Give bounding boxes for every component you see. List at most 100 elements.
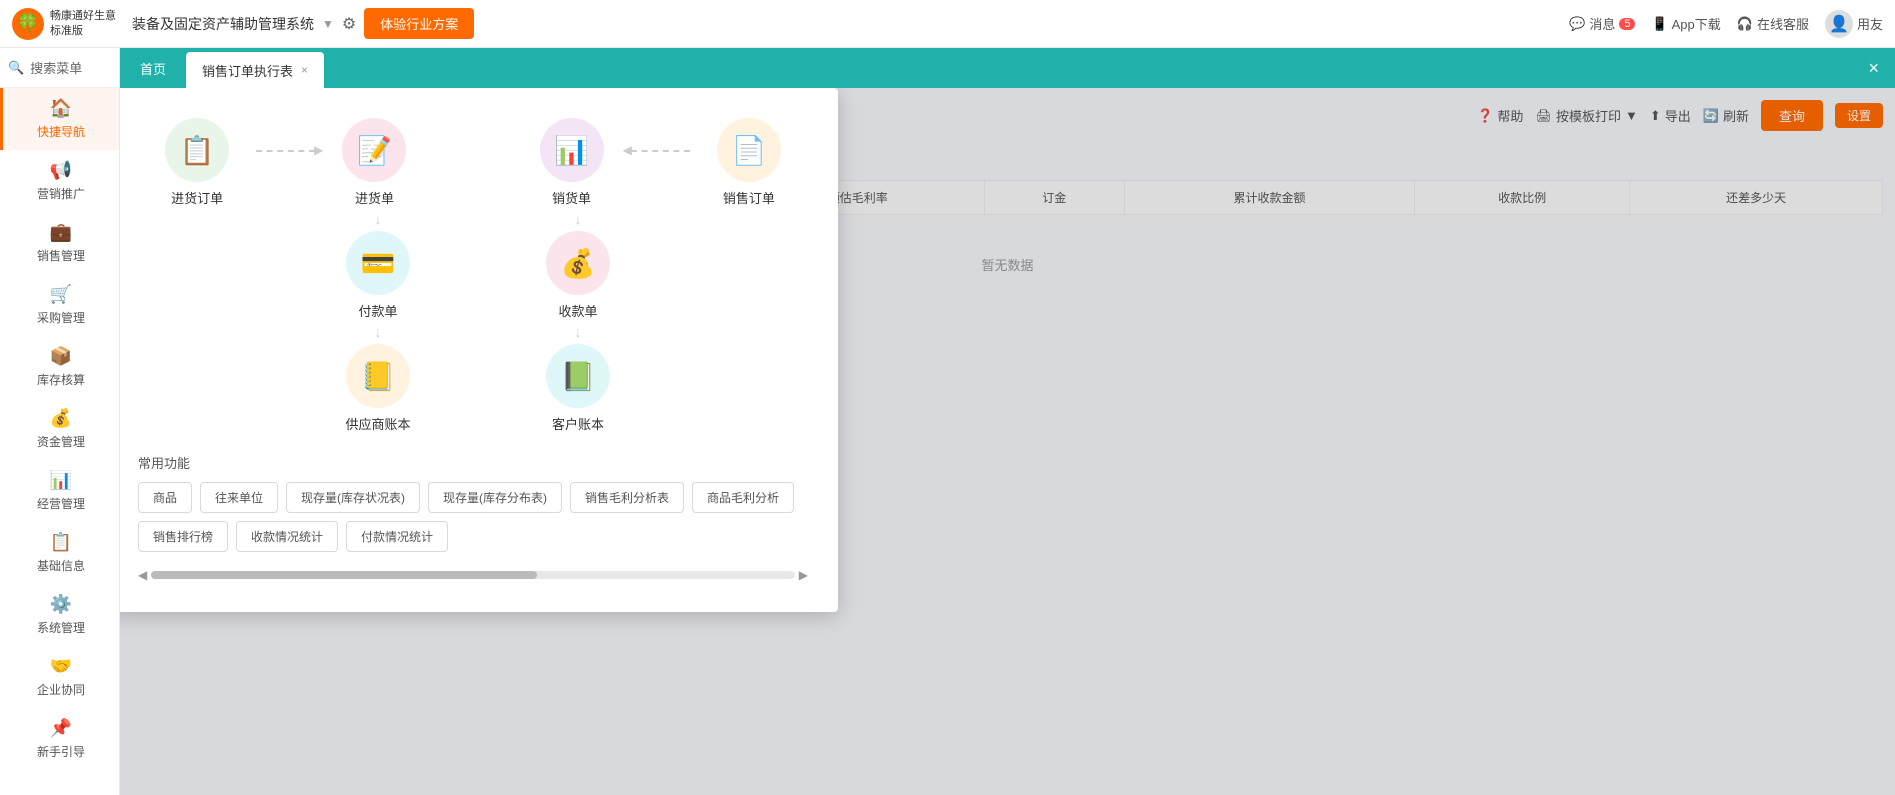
phone-icon: 📱	[1651, 16, 1667, 32]
newbie-icon: 📌	[50, 718, 72, 739]
modal-overlay[interactable]: 📋 进货订单 ▶	[120, 88, 1895, 795]
cf-btn-stock-status[interactable]: 现存量(库存状况表)	[286, 482, 420, 513]
common-function-buttons-row2: 销售排行榜 收款情况统计 付款情况统计	[138, 521, 808, 552]
common-function-buttons: 商品 往来单位 现存量(库存状况表) 现存量(库存分布表) 销售毛利分析表 商品…	[138, 482, 808, 513]
sales-order-label: 销售订单	[723, 188, 775, 207]
sidebar-item-inventory[interactable]: 📦 库存核算	[0, 336, 119, 398]
sales-bill-icon: 📊	[540, 118, 604, 182]
supplier-ledger-icon: 📒	[346, 344, 410, 408]
sidebar-label-newbie: 新手引导	[37, 743, 85, 760]
logo-area: 🍀 畅康通好生意 标准版	[12, 8, 132, 40]
sidebar-label-operations: 经营管理	[37, 495, 85, 512]
flow-node-sales-bill[interactable]: 📊 销货单	[512, 118, 630, 207]
sidebar-item-sales[interactable]: 💼 销售管理	[0, 212, 119, 274]
purchase-icon: 🛒	[50, 284, 72, 305]
trial-button[interactable]: 体验行业方案	[364, 8, 474, 39]
flow-node-receipt[interactable]: 💰 收款单	[518, 231, 638, 320]
avatar: 👤	[1825, 10, 1853, 38]
inventory-icon: 📦	[50, 346, 72, 367]
header-right: 💬 消息 5 📱 App下载 🎧 在线客服 👤 用友	[1569, 10, 1883, 38]
sidebar-item-purchase[interactable]: 🛒 采购管理	[0, 274, 119, 336]
system-icon: ⚙️	[50, 594, 72, 615]
flow-node-supplier-ledger[interactable]: 📒 供应商账本	[318, 344, 438, 433]
scrollbar-thumb	[151, 571, 537, 579]
sidebar-label-system: 系统管理	[37, 619, 85, 636]
sidebar-label-finance: 资金管理	[37, 433, 85, 450]
flow-node-customer-ledger[interactable]: 📗 客户账本	[518, 344, 638, 433]
tab-sales-order[interactable]: 销售订单执行表 ×	[186, 52, 324, 88]
page-content: ❓ 帮助 🖨 按模板打印 ▼ ⬆ 导出 🔄 刷新	[120, 88, 1895, 795]
sales-order-icon: 📄	[717, 118, 781, 182]
system-title: 装备及固定资产辅助管理系统	[132, 14, 314, 34]
scrollbar-track[interactable]	[151, 571, 795, 579]
header-title-area: 装备及固定资产辅助管理系统 ▼ ⚙ 体验行业方案	[132, 8, 1569, 39]
sidebar-item-cooperation[interactable]: 🤝 企业协同	[0, 646, 119, 708]
sidebar-item-finance[interactable]: 💰 资金管理	[0, 398, 119, 460]
customer-ledger-label: 客户账本	[552, 414, 604, 433]
purchase-bill-label: 进货单	[355, 188, 394, 207]
common-functions: 常用功能 商品 往来单位 现存量(库存状况表) 现存量(库存分布表) 销售毛利分…	[138, 453, 808, 552]
operations-icon: 📊	[50, 470, 72, 491]
message-label: 消息	[1589, 14, 1615, 33]
tab-home-label: 首页	[140, 59, 166, 78]
flow-node-purchase-order[interactable]: 📋 进货订单	[138, 118, 256, 207]
message-btn[interactable]: 💬 消息 5	[1569, 14, 1635, 33]
window-close-btn[interactable]: ×	[1852, 48, 1895, 88]
receipt-label: 收款单	[558, 301, 597, 320]
cf-btn-receipt-stats[interactable]: 收款情况统计	[236, 521, 338, 552]
modal-scrollbar: ◀ ▶	[138, 568, 808, 582]
supplier-ledger-label: 供应商账本	[345, 414, 410, 433]
purchase-order-label: 进货订单	[171, 188, 223, 207]
cf-btn-sales-rank[interactable]: 销售排行榜	[138, 521, 228, 552]
sidebar-item-basics[interactable]: 📋 基础信息	[0, 522, 119, 584]
cf-btn-stock-dist[interactable]: 现存量(库存分布表)	[428, 482, 562, 513]
modal-box: 📋 进货订单 ▶	[120, 88, 838, 612]
tab-close-icon[interactable]: ×	[301, 63, 308, 77]
purchase-order-icon: 📋	[165, 118, 229, 182]
app-download-btn[interactable]: 📱 App下载	[1651, 14, 1720, 33]
online-service-label: 在线客服	[1757, 14, 1809, 33]
common-functions-title: 常用功能	[138, 453, 808, 472]
sidebar-label-inventory: 库存核算	[37, 371, 85, 388]
flow-node-purchase-bill[interactable]: 📝 进货单	[315, 118, 433, 207]
cf-btn-product-margin[interactable]: 商品毛利分析	[692, 482, 794, 513]
cf-btn-partners[interactable]: 往来单位	[200, 482, 278, 513]
cf-btn-payment-stats[interactable]: 付款情况统计	[346, 521, 448, 552]
cf-btn-sales-margin[interactable]: 销售毛利分析表	[570, 482, 684, 513]
cooperation-icon: 🤝	[50, 656, 72, 677]
payment-icon: 💳	[346, 231, 410, 295]
purchase-bill-icon: 📝	[342, 118, 406, 182]
scroll-right-btn[interactable]: ▶	[799, 568, 808, 582]
search-label: 搜索菜单	[30, 58, 82, 77]
sidebar-search[interactable]: 🔍 搜索菜单	[0, 48, 119, 88]
system-title-dropdown[interactable]: ▼	[322, 17, 334, 31]
online-service-btn[interactable]: 🎧 在线客服	[1737, 14, 1809, 33]
message-icon: 💬	[1569, 16, 1585, 32]
sales-icon: 💼	[50, 222, 72, 243]
sidebar-label-cooperation: 企业协同	[37, 681, 85, 698]
content-area: 首页 销售订单执行表 × × ❓ 帮助 🖨 按	[120, 48, 1895, 795]
logo-text: 畅康通好生意 标准版	[50, 9, 116, 38]
user-area[interactable]: 👤 用友	[1825, 10, 1883, 38]
sidebar-item-marketing[interactable]: 📢 营销推广	[0, 150, 119, 212]
sidebar: 🔍 搜索菜单 🏠 快捷导航 📢 营销推广 💼 销售管理 🛒 采购管理 📦	[0, 48, 120, 795]
sales-bill-label: 销货单	[552, 188, 591, 207]
app-download-label: App下载	[1672, 14, 1721, 33]
sidebar-item-quick-nav[interactable]: 🏠 快捷导航	[0, 88, 119, 150]
settings-icon[interactable]: ⚙	[342, 14, 356, 34]
cf-btn-products[interactable]: 商品	[138, 482, 192, 513]
scroll-left-btn[interactable]: ◀	[138, 568, 147, 582]
search-icon: 🔍	[8, 60, 24, 76]
payment-label: 付款单	[358, 301, 397, 320]
sidebar-label-marketing: 营销推广	[37, 185, 85, 202]
tab-active-label: 销售订单执行表	[202, 61, 293, 80]
flow-node-payment[interactable]: 💳 付款单	[318, 231, 438, 320]
sidebar-item-newbie[interactable]: 📌 新手引导	[0, 708, 119, 770]
flow-node-sales-order[interactable]: 📄 销售订单	[690, 118, 808, 207]
sidebar-item-system[interactable]: ⚙️ 系统管理	[0, 584, 119, 646]
receipt-icon: 💰	[546, 231, 610, 295]
tab-home[interactable]: 首页	[120, 48, 186, 88]
basics-icon: 📋	[50, 532, 72, 553]
sidebar-item-operations[interactable]: 📊 经营管理	[0, 460, 119, 522]
user-label: 用友	[1857, 14, 1883, 33]
